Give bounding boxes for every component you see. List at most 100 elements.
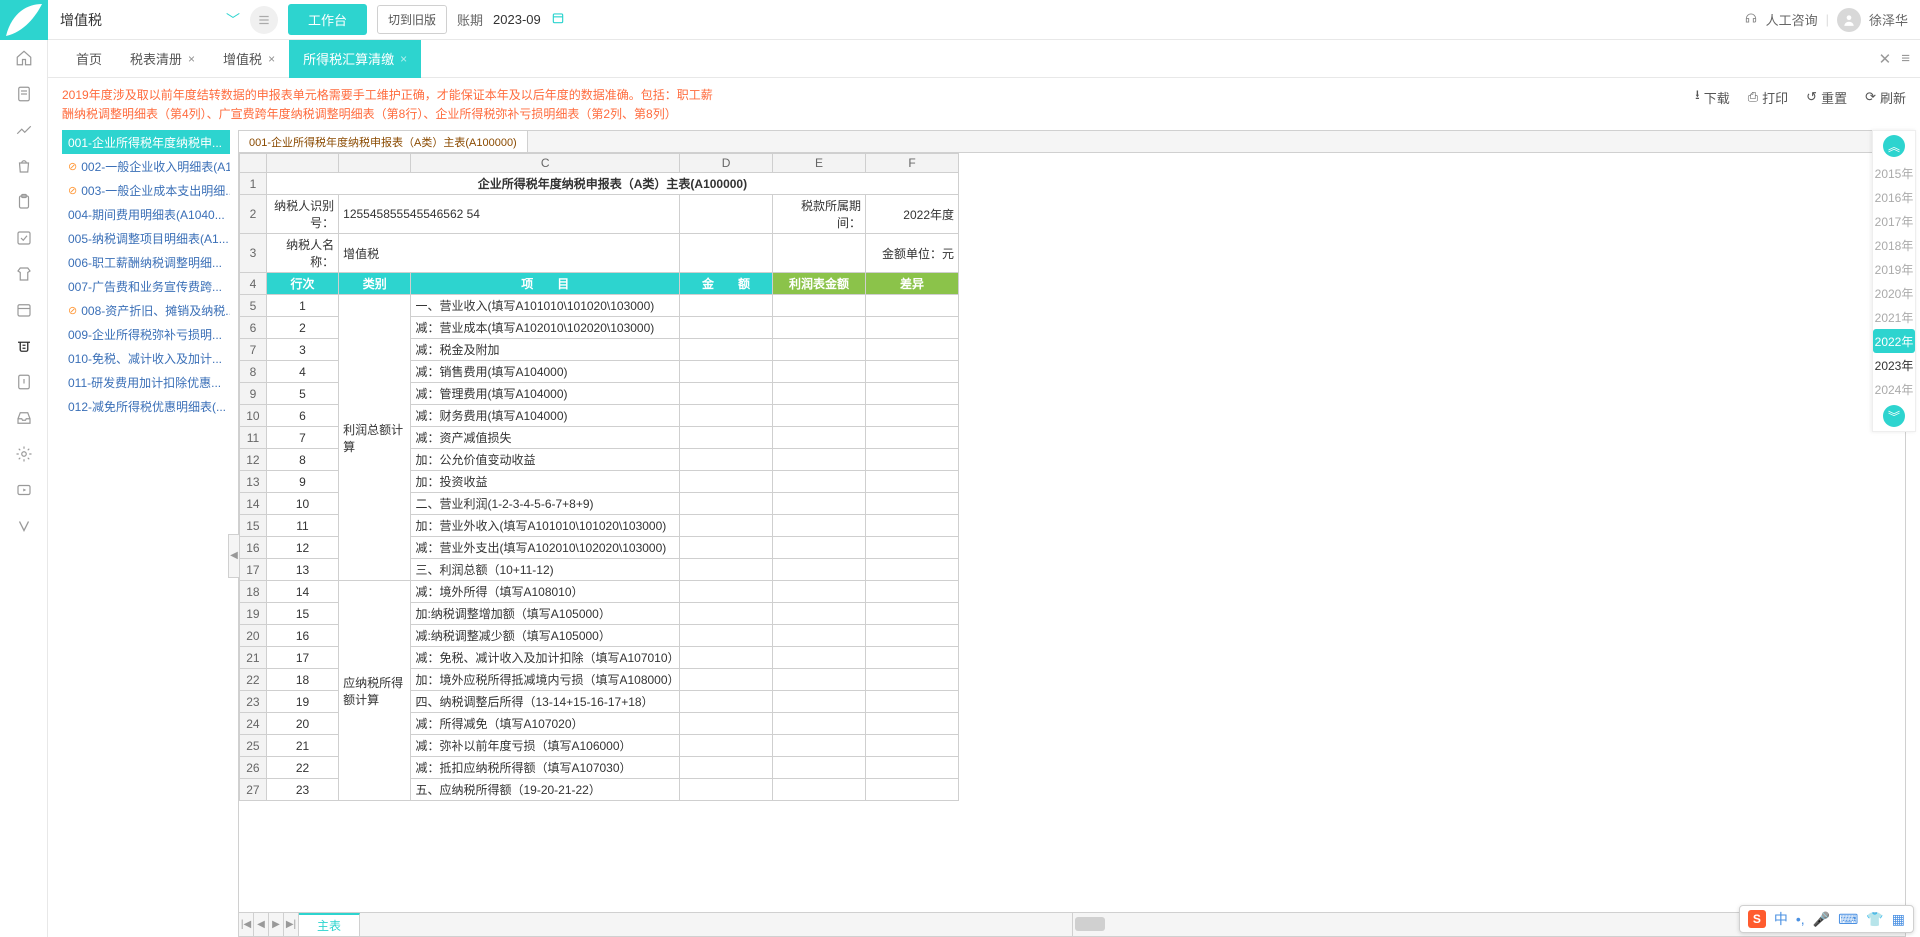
cell[interactable]: [680, 295, 773, 317]
cell[interactable]: 15: [266, 603, 338, 625]
cell[interactable]: 11: [266, 515, 338, 537]
cell[interactable]: 差异: [865, 273, 958, 295]
row-header[interactable]: 2: [240, 195, 267, 234]
cell[interactable]: [773, 493, 866, 515]
nav-v-icon[interactable]: [0, 508, 48, 544]
close-icon[interactable]: ×: [400, 52, 407, 66]
cell[interactable]: [865, 647, 958, 669]
form-nav-item[interactable]: ⊘008-资产折旧、摊销及纳税...: [62, 298, 230, 322]
company-selector[interactable]: 增值税 ﹀: [60, 10, 240, 30]
year-rail-down-icon[interactable]: ︾: [1883, 405, 1905, 427]
cell[interactable]: [865, 317, 958, 339]
cell[interactable]: [773, 625, 866, 647]
cell[interactable]: 23: [266, 779, 338, 801]
cell[interactable]: [773, 757, 866, 779]
cell[interactable]: 12: [266, 537, 338, 559]
cell[interactable]: [680, 427, 773, 449]
ime-grid-icon[interactable]: ▦: [1892, 911, 1905, 928]
cell[interactable]: 减:纳税调整减少额（填写A105000）: [411, 625, 680, 647]
col-header[interactable]: E: [773, 154, 866, 173]
cell[interactable]: [865, 581, 958, 603]
close-icon[interactable]: ×: [268, 52, 275, 66]
row-header[interactable]: 15: [240, 515, 267, 537]
cell[interactable]: 加：公允价值变动收益: [411, 449, 680, 471]
cell[interactable]: [680, 493, 773, 515]
user-avatar[interactable]: [1837, 8, 1861, 32]
cell[interactable]: 加：境外应税所得抵减境内亏损（填写A108000）: [411, 669, 680, 691]
cell[interactable]: [680, 603, 773, 625]
cell[interactable]: [773, 537, 866, 559]
cell[interactable]: 金额单位：元: [865, 234, 958, 273]
row-header[interactable]: 14: [240, 493, 267, 515]
form-nav-item[interactable]: 001-企业所得税年度纳税申...: [62, 130, 230, 154]
reset-button[interactable]: ↺重置: [1806, 88, 1847, 107]
cell[interactable]: [865, 405, 958, 427]
cell[interactable]: 减：资产减值损失: [411, 427, 680, 449]
form-nav-item[interactable]: 007-广告费和业务宣传费跨...: [62, 274, 230, 298]
cell[interactable]: 20: [266, 713, 338, 735]
row-header[interactable]: 18: [240, 581, 267, 603]
cell[interactable]: 利润表金额: [773, 273, 866, 295]
cell[interactable]: 1: [266, 295, 338, 317]
cell[interactable]: [680, 383, 773, 405]
cell[interactable]: [865, 779, 958, 801]
nav-tax-icon[interactable]: [0, 328, 48, 364]
cell[interactable]: [865, 515, 958, 537]
tab-close-all-icon[interactable]: ✕: [1879, 50, 1892, 68]
form-nav-item[interactable]: ⊘002-一般企业收入明细表(A1...: [62, 154, 230, 178]
cell[interactable]: [865, 295, 958, 317]
cell[interactable]: [865, 361, 958, 383]
cell[interactable]: 9: [266, 471, 338, 493]
cell[interactable]: [865, 559, 958, 581]
cell[interactable]: 7: [266, 427, 338, 449]
sheet-nav-first-icon[interactable]: |◀: [239, 913, 254, 936]
cell[interactable]: [680, 195, 773, 234]
cell[interactable]: 四、纳税调整后所得（13-14+15-16-17+18）: [411, 691, 680, 713]
col-header[interactable]: [266, 154, 338, 173]
year-item[interactable]: 2017年: [1873, 209, 1915, 233]
row-header[interactable]: 6: [240, 317, 267, 339]
cell[interactable]: [773, 691, 866, 713]
form-nav-item[interactable]: 005-纳税调整项目明细表(A1...: [62, 226, 230, 250]
col-header[interactable]: F: [865, 154, 958, 173]
sheet-nav-next-icon[interactable]: ▶: [269, 913, 284, 936]
bottom-sheet-tab[interactable]: 主表: [299, 913, 360, 936]
consult-link[interactable]: 人工咨询: [1766, 10, 1818, 29]
form-nav-item[interactable]: ⊘003-一般企业成本支出明细...: [62, 178, 230, 202]
cell[interactable]: 加：投资收益: [411, 471, 680, 493]
cell[interactable]: 减：所得减免（填写A107020）: [411, 713, 680, 735]
cell[interactable]: [680, 234, 773, 273]
cell[interactable]: [680, 317, 773, 339]
cell[interactable]: 13: [266, 559, 338, 581]
cell[interactable]: [865, 735, 958, 757]
ime-mode[interactable]: 中: [1774, 909, 1788, 929]
sheet-tab[interactable]: 001-企业所得税年度纳税申报表（A类）主表(A100000): [239, 131, 528, 152]
cell[interactable]: 加:纳税调整增加额（填写A105000）: [411, 603, 680, 625]
row-header[interactable]: 26: [240, 757, 267, 779]
cell[interactable]: 8: [266, 449, 338, 471]
form-nav-item[interactable]: 012-减免所得税优惠明细表(...: [62, 394, 230, 418]
cell[interactable]: [773, 779, 866, 801]
sheet-grid[interactable]: C D E F 1企业所得税年度纳税申报表（A类）主表(A100000)2纳税人…: [239, 153, 1905, 912]
ime-mic-icon[interactable]: 🎤: [1813, 911, 1830, 928]
cell[interactable]: [680, 713, 773, 735]
nav-home-icon[interactable]: [0, 40, 48, 76]
cell[interactable]: [680, 339, 773, 361]
cell[interactable]: [773, 669, 866, 691]
col-header[interactable]: D: [680, 154, 773, 173]
cell[interactable]: 项 目: [411, 273, 680, 295]
row-header[interactable]: 24: [240, 713, 267, 735]
page-tab[interactable]: 首页: [62, 40, 116, 78]
cell[interactable]: [865, 757, 958, 779]
print-button[interactable]: ⎙打印: [1748, 88, 1788, 107]
nav-export-icon[interactable]: [0, 364, 48, 400]
nav-video-icon[interactable]: [0, 472, 48, 508]
page-tab[interactable]: 税表清册×: [116, 40, 209, 78]
row-header[interactable]: 11: [240, 427, 267, 449]
nav-calendar-icon[interactable]: [0, 292, 48, 328]
cell[interactable]: [865, 427, 958, 449]
form-nav-item[interactable]: 009-企业所得税弥补亏损明...: [62, 322, 230, 346]
row-header[interactable]: 10: [240, 405, 267, 427]
cell[interactable]: 5: [266, 383, 338, 405]
cell[interactable]: [680, 559, 773, 581]
